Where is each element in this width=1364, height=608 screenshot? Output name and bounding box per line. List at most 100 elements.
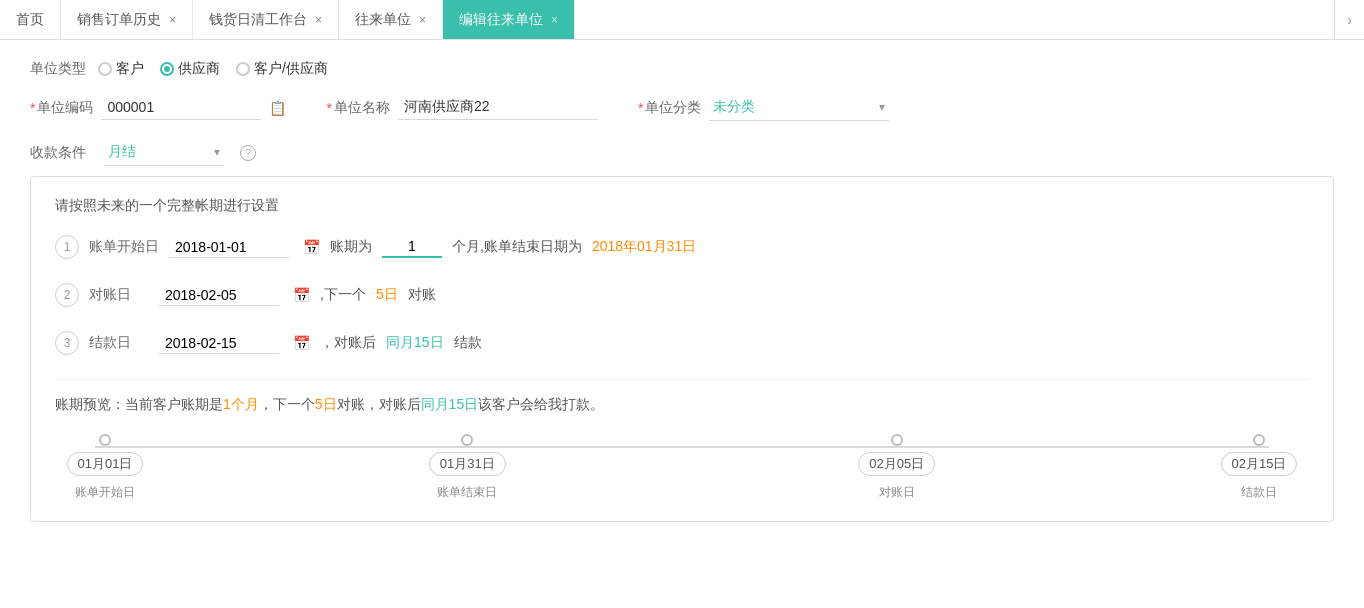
cat-required-star: * — [638, 100, 643, 116]
node-dot-4 — [1253, 434, 1265, 446]
radio-group-unit-type: 客户 供应商 客户/供应商 — [98, 60, 328, 78]
node-badge-1: 01月01日 — [67, 452, 144, 476]
tab-sales-history-close[interactable]: × — [169, 13, 176, 27]
timeline-node-1: 01月01日 账单开始日 — [65, 434, 145, 501]
preview-payment: 同月15日 — [421, 396, 479, 412]
preview-text: 账期预览：当前客户账期是1个月，下一个5日对账，对账后同月15日该客户会给我打款… — [55, 396, 1309, 414]
step-3-suffix: 结款 — [454, 334, 482, 352]
radio-customer-circle — [98, 62, 112, 76]
payment-dropdown-arrow: ▾ — [214, 145, 220, 159]
step-number-3: 3 — [55, 331, 79, 355]
step-2-suffix: 对账 — [408, 286, 436, 304]
payment-value: 月结 — [108, 143, 210, 161]
tab-partner-label: 往来单位 — [355, 11, 411, 29]
tab-edit-partner[interactable]: 编辑往来单位 × — [443, 0, 575, 39]
radio-both-circle — [236, 62, 250, 76]
timeline-container: 01月01日 账单开始日 01月31日 账单结束日 — [65, 434, 1299, 501]
step-calendar-icon-2[interactable]: 📅 — [293, 287, 310, 303]
tab-partner-close[interactable]: × — [419, 13, 426, 27]
divider — [55, 379, 1309, 380]
node-label-3: 对账日 — [879, 484, 915, 501]
node-dot-3 — [891, 434, 903, 446]
radio-supplier-label: 供应商 — [178, 60, 220, 78]
timeline-node-4: 02月15日 结款日 — [1219, 434, 1299, 501]
preview-mid1: ，下一个 — [259, 396, 315, 412]
unit-category-group: * 单位分类 未分类 ▾ — [638, 94, 889, 121]
step-row-3: 3 结款日 📅 ，对账后 同月15日 结款 — [55, 331, 1309, 355]
preview-mid2: 对账，对账后 — [337, 396, 421, 412]
tab-sales-history[interactable]: 销售订单历史 × — [61, 0, 193, 39]
name-required-star: * — [326, 100, 331, 116]
radio-customer[interactable]: 客户 — [98, 60, 144, 78]
preview-period: 1个月 — [223, 396, 259, 412]
section-title: 请按照未来的一个完整帐期进行设置 — [55, 197, 1309, 215]
page-content: 单位类型 客户 供应商 客户/供应商 * 单位编码 📋 * — [0, 40, 1364, 608]
copy-icon[interactable]: 📋 — [269, 100, 286, 116]
step-period-input[interactable] — [382, 236, 442, 258]
unit-category-label: 单位分类 — [645, 99, 701, 117]
step-end-date: 2018年01月31日 — [592, 238, 696, 256]
node-badge-4: 02月15日 — [1221, 452, 1298, 476]
node-dot-2 — [461, 434, 473, 446]
radio-customer-label: 客户 — [116, 60, 144, 78]
step-label-2: 对账日 — [89, 286, 149, 304]
payment-label: 收款条件 — [30, 144, 86, 162]
step-row-1: 1 账单开始日 📅 账期为 个月,账单结束日期为 2018年01月31日 — [55, 235, 1309, 259]
radio-both-label: 客户/供应商 — [254, 60, 328, 78]
payment-select[interactable]: 月结 ▾ — [104, 139, 224, 166]
step-2-highlight: 5日 — [376, 286, 398, 304]
tab-cash-work[interactable]: 钱货日清工作台 × — [193, 0, 339, 39]
preview-reconcile: 5日 — [315, 396, 337, 412]
node-label-1: 账单开始日 — [75, 484, 135, 501]
tab-scroll-arrow[interactable]: › — [1334, 0, 1364, 39]
form-fields-row: * 单位编码 📋 * 单位名称 * 单位分类 未分类 ▾ — [30, 94, 1334, 121]
step-calendar-icon-3[interactable]: 📅 — [293, 335, 310, 351]
radio-supplier-circle — [160, 62, 174, 76]
step-date-input-1[interactable] — [169, 237, 289, 258]
tab-home[interactable]: 首页 — [0, 0, 61, 39]
step-3-prefix: ，对账后 — [320, 334, 376, 352]
step-3-highlight: 同月15日 — [386, 334, 444, 352]
step-period-unit: 个月,账单结束日期为 — [452, 238, 582, 256]
tab-cash-work-close[interactable]: × — [315, 13, 322, 27]
step-calendar-icon-1[interactable]: 📅 — [303, 239, 320, 255]
step-row-2: 2 对账日 📅 ,下一个 5日 对账 — [55, 283, 1309, 307]
unit-type-row: 单位类型 客户 供应商 客户/供应商 — [30, 60, 1334, 78]
section-box: 请按照未来的一个完整帐期进行设置 1 账单开始日 📅 账期为 个月,账单结束日期… — [30, 176, 1334, 522]
tab-home-label: 首页 — [16, 11, 44, 29]
help-icon[interactable]: ? — [240, 145, 256, 161]
timeline-node-2: 01月31日 账单结束日 — [360, 434, 575, 501]
unit-code-input[interactable] — [101, 95, 261, 120]
step-2-prefix: ,下一个 — [320, 286, 366, 304]
node-label-2: 账单结束日 — [437, 484, 497, 501]
radio-supplier[interactable]: 供应商 — [160, 60, 220, 78]
tab-edit-partner-close[interactable]: × — [551, 13, 558, 27]
node-label-4: 结款日 — [1241, 484, 1277, 501]
step-number-1: 1 — [55, 235, 79, 259]
node-badge-2: 01月31日 — [429, 452, 506, 476]
code-required-star: * — [30, 100, 35, 116]
node-dot-1 — [99, 434, 111, 446]
radio-both[interactable]: 客户/供应商 — [236, 60, 328, 78]
timeline-node-3: 02月05日 对账日 — [789, 434, 1004, 501]
unit-type-label: 单位类型 — [30, 60, 86, 78]
node-badge-3: 02月05日 — [858, 452, 935, 476]
unit-code-label: 单位编码 — [37, 99, 93, 117]
unit-category-select[interactable]: 未分类 ▾ — [709, 94, 889, 121]
tabs-bar: 首页 销售订单历史 × 钱货日清工作台 × 往来单位 × 编辑往来单位 × › — [0, 0, 1364, 40]
step-date-input-2[interactable] — [159, 285, 279, 306]
step-date-input-3[interactable] — [159, 333, 279, 354]
tab-cash-work-label: 钱货日清工作台 — [209, 11, 307, 29]
timeline-nodes: 01月01日 账单开始日 01月31日 账单结束日 — [65, 434, 1299, 501]
step-number-2: 2 — [55, 283, 79, 307]
step-label-1: 账单开始日 — [89, 238, 159, 256]
unit-code-group: * 单位编码 📋 — [30, 95, 286, 120]
payment-row: 收款条件 月结 ▾ ? — [30, 139, 1334, 166]
tab-partner[interactable]: 往来单位 × — [339, 0, 443, 39]
tab-edit-partner-label: 编辑往来单位 — [459, 11, 543, 29]
unit-name-label: 单位名称 — [334, 99, 390, 117]
tab-sales-history-label: 销售订单历史 — [77, 11, 161, 29]
unit-category-value: 未分类 — [713, 98, 875, 116]
unit-name-input[interactable] — [398, 95, 598, 120]
preview-prefix: 账期预览：当前客户账期是 — [55, 396, 223, 412]
